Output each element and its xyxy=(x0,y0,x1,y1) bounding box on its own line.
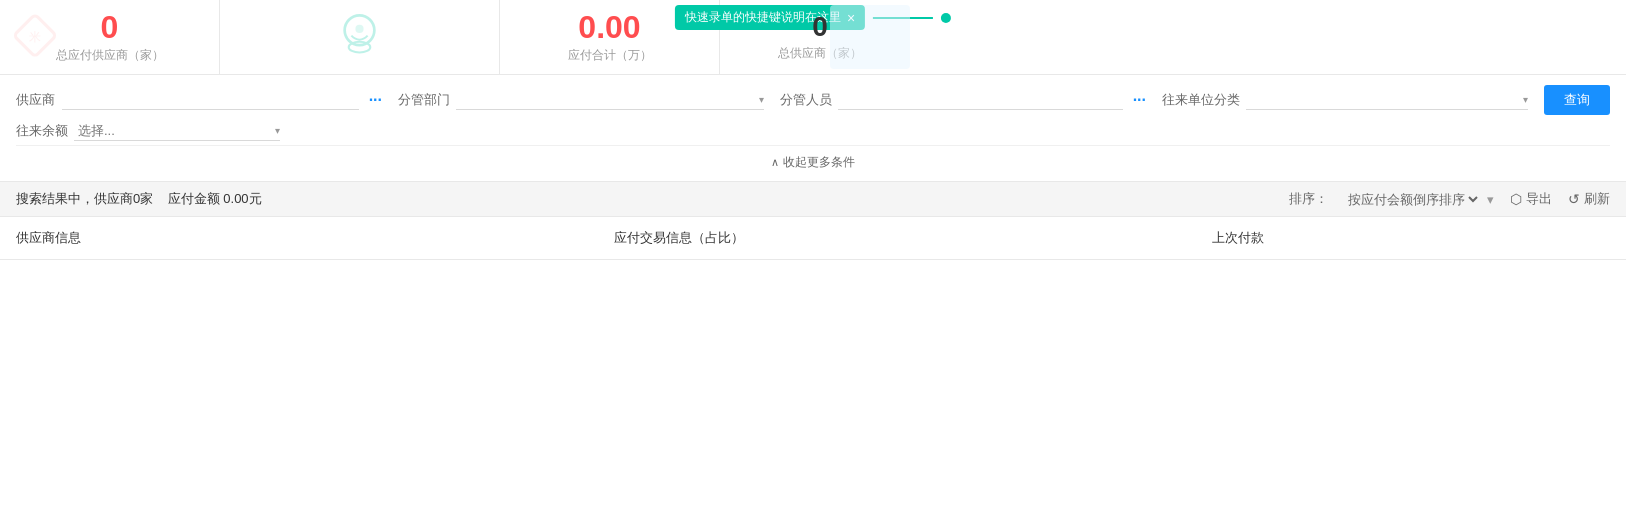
result-bar: 搜索结果中，供应商0家 应付金额 0.00元 排序： 按应付会额倒序排序 ▾ ⬡… xyxy=(0,182,1626,217)
export-label: 导出 xyxy=(1526,190,1552,208)
filter-area: 供应商 ··· 分管部门 ▾ 分管人员 ··· 往来单位分类 ▾ xyxy=(0,75,1626,182)
person-filter-label: 分管人员 xyxy=(780,91,832,109)
export-icon: ⬡ xyxy=(1510,191,1522,207)
col-transaction-info: 应付交易信息（占比） xyxy=(614,229,1212,247)
stat-icon-area xyxy=(220,0,500,74)
svg-point-4 xyxy=(355,25,363,33)
col-supplier-info: 供应商信息 xyxy=(16,229,614,247)
filter-supplier: 供应商 ··· xyxy=(16,90,398,110)
supplier-filter-label: 供应商 xyxy=(16,91,56,109)
filter-category: 往来单位分类 ▾ xyxy=(1162,90,1544,110)
query-button[interactable]: 查询 xyxy=(1544,85,1610,115)
balance-chevron-icon: ▾ xyxy=(275,125,280,136)
department-filter-input[interactable] xyxy=(456,90,759,109)
collapse-button[interactable]: ∧ 收起更多条件 xyxy=(16,150,1610,175)
filter-balance: 往来余额 ▾ xyxy=(16,121,296,141)
stat-total-suppliers: 0 总供应商（家） xyxy=(720,0,920,74)
svg-text:米: 米 xyxy=(29,30,41,44)
stat-total-suppliers-value: 0 xyxy=(812,12,828,43)
balance-select-wrapper: ▾ xyxy=(74,121,280,141)
refresh-icon: ↺ xyxy=(1568,191,1580,207)
result-actions: 排序： 按应付会额倒序排序 ▾ ⬡ 导出 ↺ 刷新 xyxy=(1289,190,1610,208)
category-filter-label: 往来单位分类 xyxy=(1162,91,1240,109)
refresh-button[interactable]: ↺ 刷新 xyxy=(1568,190,1610,208)
brand-logo: 米 xyxy=(10,11,60,64)
balance-filter-label: 往来余额 xyxy=(16,122,68,140)
svg-point-3 xyxy=(349,42,371,53)
stat-payable-suppliers-label: 总应付供应商（家） xyxy=(56,47,164,64)
table-body xyxy=(0,260,1626,515)
stat-right-bg xyxy=(830,5,910,69)
export-button[interactable]: ⬡ 导出 xyxy=(1510,190,1552,208)
filter-department: 分管部门 ▾ xyxy=(398,90,780,110)
person-filter-input[interactable] xyxy=(838,90,1123,110)
stats-bar: 米 0 总应付供应商（家） 0.00 应付合计（万） 快速录单的快捷键说明在这里… xyxy=(0,0,1626,75)
result-info-text: 搜索结果中，供应商0家 应付金额 0.00元 xyxy=(16,190,262,208)
sort-chevron-icon: ▾ xyxy=(1487,192,1494,207)
sort-select[interactable]: 按应付会额倒序排序 xyxy=(1344,191,1481,208)
stat-payable-suppliers-value: 0 xyxy=(101,10,119,45)
col-last-payment: 上次付款 xyxy=(1212,229,1611,247)
supplier-dots-button[interactable]: ··· xyxy=(369,91,382,109)
category-chevron-icon: ▾ xyxy=(1523,94,1528,105)
collapse-arrow-icon: ∧ xyxy=(771,156,779,169)
department-select-wrapper: ▾ xyxy=(456,90,764,110)
sort-label: 排序： xyxy=(1289,190,1328,208)
result-supplier-count: 搜索结果中，供应商0家 xyxy=(16,191,153,206)
department-filter-label: 分管部门 xyxy=(398,91,450,109)
balance-filter-input[interactable] xyxy=(74,121,275,140)
person-dots-button[interactable]: ··· xyxy=(1133,91,1146,109)
supplier-filter-input[interactable] xyxy=(62,90,359,110)
filter-row-2: 往来余额 ▾ xyxy=(16,121,1610,141)
department-chevron-icon: ▾ xyxy=(759,94,764,105)
stat-payable-total-value: 0.00 xyxy=(578,10,640,45)
refresh-label: 刷新 xyxy=(1584,190,1610,208)
category-select-wrapper: ▾ xyxy=(1246,90,1528,110)
table-header: 供应商信息 应付交易信息（占比） 上次付款 xyxy=(0,217,1626,260)
collapse-label: 收起更多条件 xyxy=(783,154,855,171)
category-filter-input[interactable] xyxy=(1246,90,1523,109)
stat-payable-total-label: 应付合计（万） xyxy=(568,47,652,64)
result-amount-info: 应付金额 0.00元 xyxy=(168,191,262,206)
tooltip-dot xyxy=(941,13,951,23)
filter-row-1: 供应商 ··· 分管部门 ▾ 分管人员 ··· 往来单位分类 ▾ xyxy=(16,85,1610,115)
filter-person: 分管人员 ··· xyxy=(780,90,1162,110)
